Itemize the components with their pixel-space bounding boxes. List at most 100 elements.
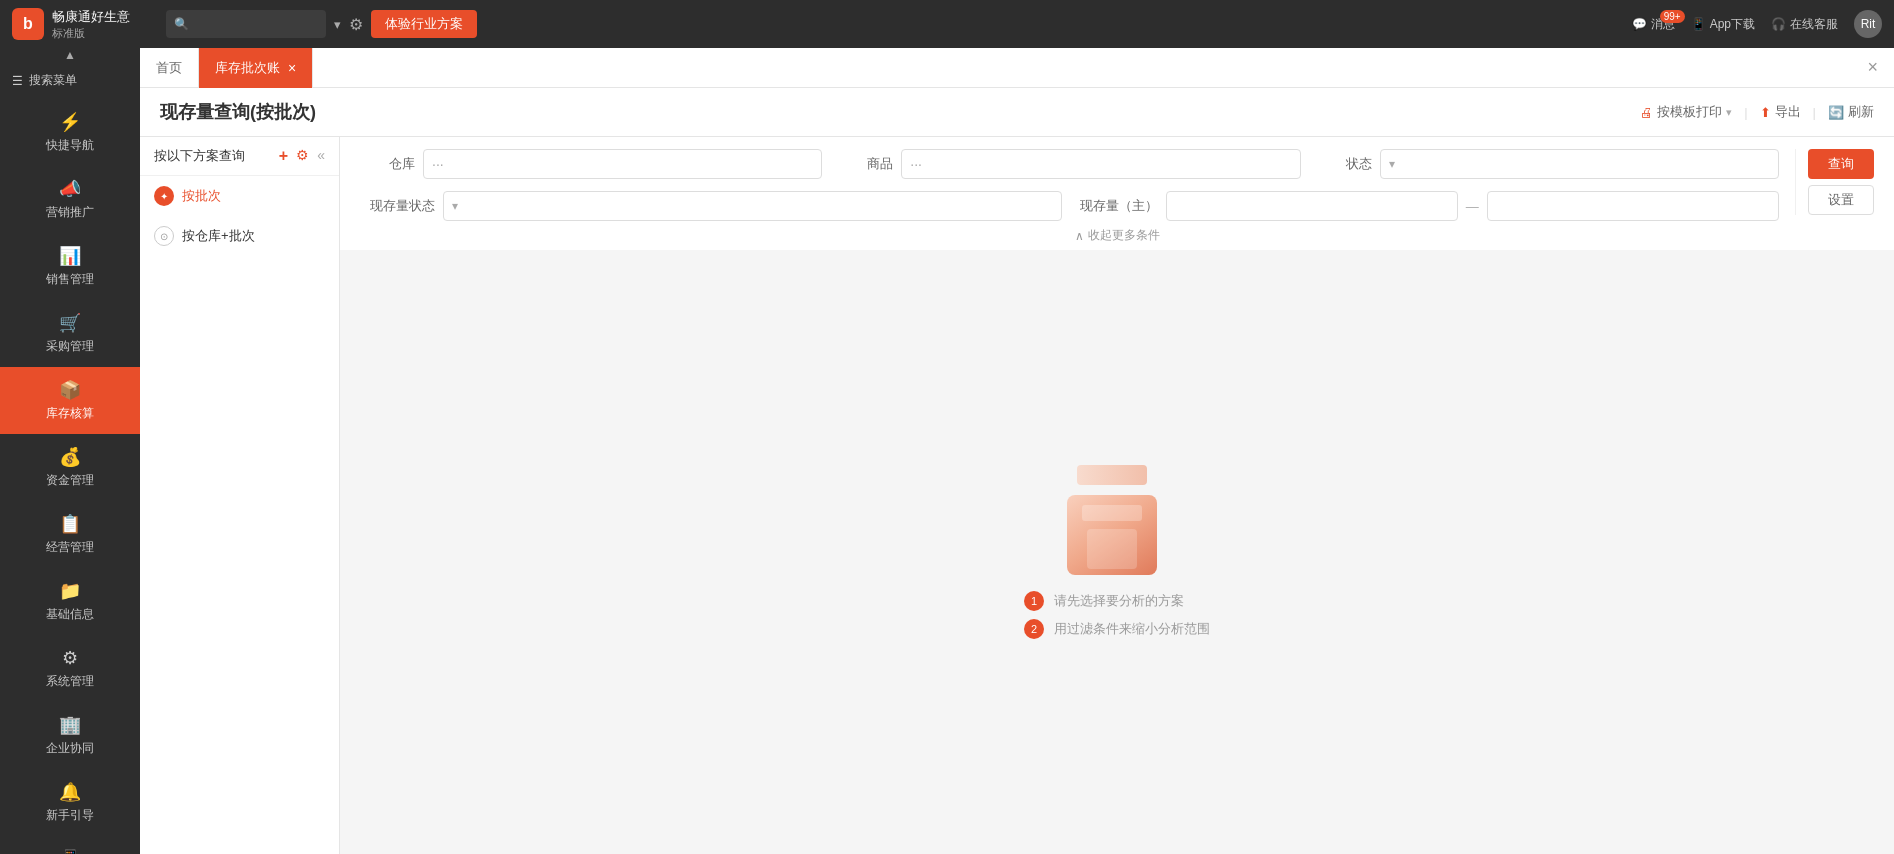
plan-settings-icon[interactable]: ⚙ [296,147,309,165]
stock-status-label: 现存量状态 [360,197,435,215]
topbar-center: 🔍 ▾ ⚙ 体验行业方案 [146,10,1632,38]
product-input[interactable]: ··· [901,149,1300,179]
page-header: 现存量查询(按批次) 🖨 按模板打印 ▾ | ⬆ 导出 | 🔄 刷新 [140,88,1894,137]
sidebar: ▲ ☰ 搜索菜单 ⚡ 快捷导航 📣 营销推广 📊 销售管理 🛒 采购管理 📦 库… [0,48,140,854]
page-title: 现存量查询(按批次) [160,100,316,124]
marketing-icon: 📣 [59,178,81,200]
sidebar-item-new-guide[interactable]: 🔔 新手引导 [0,769,140,836]
main-layout: ▲ ☰ 搜索菜单 ⚡ 快捷导航 📣 营销推广 📊 销售管理 🛒 采购管理 📦 库… [0,48,1894,854]
sidebar-item-basic-info[interactable]: 📁 基础信息 [0,568,140,635]
tab-inventory-batch[interactable]: 库存批次账 × [199,48,313,88]
new-guide-icon: 🔔 [59,781,81,803]
print-button[interactable]: 🖨 按模板打印 ▾ [1640,103,1732,121]
tab-panel-close-icon[interactable]: × [1851,57,1894,78]
query-button[interactable]: 查询 [1808,149,1874,179]
left-panel-collapse-icon[interactable]: « [317,147,325,165]
content-area: 首页 库存批次账 × × 现存量查询(按批次) 🖨 按模板打印 ▾ | ⬆ 导出 [140,48,1894,854]
topbar-gear-icon[interactable]: ⚙ [349,15,363,34]
sidebar-item-system[interactable]: ⚙ 系统管理 [0,635,140,702]
product-label: 商品 [838,155,893,173]
tab-bar: 首页 库存批次账 × × [140,48,1894,88]
sales-icon: 📊 [59,245,81,267]
sidebar-item-purchase[interactable]: 🛒 采购管理 [0,300,140,367]
divider2: | [1813,105,1816,120]
export-icon: ⬆ [1760,105,1771,120]
messages-button[interactable]: 💬 消息 99+ [1632,16,1675,33]
divider: | [1744,105,1747,120]
app-download-button[interactable]: 📱 App下载 [1691,16,1755,33]
purchase-icon: 🛒 [59,312,81,334]
stock-qty-min-input[interactable] [1166,191,1458,221]
data-area: 1 请先选择要分析的方案 2 用过滤条件来缩小分析范围 [340,250,1894,854]
refresh-button[interactable]: 🔄 刷新 [1828,103,1874,121]
sidebar-item-marketing[interactable]: 📣 营销推广 [0,166,140,233]
full-content: 按以下方案查询 + ⚙ « ✦ 按批次 ⊙ [140,137,1894,854]
warehouse-filter: 仓库 ··· [360,149,822,179]
system-icon: ⚙ [62,647,78,669]
inventory-icon: 📦 [59,379,81,401]
sidebar-item-sales[interactable]: 📊 销售管理 [0,233,140,300]
stock-status-arrow-icon[interactable]: ▾ [452,199,458,213]
step-1-number: 1 [1024,591,1044,611]
app-name: 畅康通好生意 标准版 [52,8,130,41]
status-label: 状态 [1317,155,1372,173]
stock-qty-max-input[interactable] [1487,191,1779,221]
empty-illustration [1052,465,1182,575]
add-plan-icon[interactable]: + [279,147,288,165]
sidebar-item-app-center[interactable]: 📱 应用中心 [0,836,140,854]
page-header-actions: 🖨 按模板打印 ▾ | ⬆ 导出 | 🔄 刷新 [1640,103,1874,121]
warehouse-label: 仓库 [360,155,415,173]
stock-status-select[interactable]: ▾ [443,191,1062,221]
step-2-number: 2 [1024,619,1044,639]
collapse-more-button[interactable]: ∧ 收起更多条件 [360,221,1874,250]
left-panel-header: 按以下方案查询 + ⚙ « [140,137,339,176]
filter-area: 仓库 ··· 商品 ··· [340,137,1894,250]
refresh-icon: 🔄 [1828,105,1844,120]
topbar-right: 💬 消息 99+ 📱 App下载 🎧 在线客服 Rit [1632,10,1882,38]
warehouse-input[interactable]: ··· [423,149,822,179]
topbar-search-bar[interactable]: 🔍 [166,10,326,38]
status-arrow-icon[interactable]: ▾ [1389,157,1395,171]
online-service-button[interactable]: 🎧 在线客服 [1771,16,1838,33]
status-select[interactable]: ▾ [1380,149,1779,179]
sidebar-search[interactable]: ☰ 搜索菜单 [0,62,140,99]
stock-qty-label: 现存量（主） [1078,197,1158,215]
collapse-more-icon: ∧ [1075,229,1084,243]
plan-item-batch[interactable]: ✦ 按批次 [140,176,339,216]
avatar[interactable]: Rit [1854,10,1882,38]
finance-icon: 💰 [59,446,81,468]
settings-button[interactable]: 设置 [1808,185,1874,215]
plan-item-warehouse-batch[interactable]: ⊙ 按仓库+批次 [140,216,339,256]
plan-icon-warehouse-batch: ⊙ [154,226,174,246]
stock-status-filter: 现存量状态 ▾ [360,191,1062,221]
plan-icon-batch: ✦ [154,186,174,206]
print-dropdown-icon[interactable]: ▾ [1726,106,1732,119]
status-filter: 状态 ▾ [1317,149,1779,179]
tab-close-icon[interactable]: × [288,61,296,75]
topbar-dropdown[interactable]: ▾ [334,17,341,32]
empty-steps: 1 请先选择要分析的方案 2 用过滤条件来缩小分析范围 [1024,591,1210,639]
product-filter: 商品 ··· [838,149,1300,179]
tab-home[interactable]: 首页 [140,48,199,88]
enterprise-icon: 🏢 [59,714,81,736]
app-center-icon: 📱 [59,848,81,854]
right-panel: 仓库 ··· 商品 ··· [340,137,1894,854]
sidebar-item-operations[interactable]: 📋 经营管理 [0,501,140,568]
sidebar-item-quick-nav[interactable]: ⚡ 快捷导航 [0,99,140,166]
print-icon: 🖨 [1640,105,1653,120]
left-panel-icons: + ⚙ « [279,147,325,165]
stock-qty-filter: 现存量（主） — [1078,191,1780,221]
product-dots-icon[interactable]: ··· [910,156,922,172]
trial-button[interactable]: 体验行业方案 [371,10,477,38]
quick-nav-icon: ⚡ [59,111,81,133]
sidebar-item-enterprise[interactable]: 🏢 企业协同 [0,702,140,769]
left-panel: 按以下方案查询 + ⚙ « ✦ 按批次 ⊙ [140,137,340,854]
sidebar-scroll-up[interactable]: ▲ [0,48,140,62]
sidebar-item-inventory[interactable]: 📦 库存核算 [0,367,140,434]
stock-qty-dash: — [1466,199,1479,214]
topbar: b 畅康通好生意 标准版 🔍 ▾ ⚙ 体验行业方案 💬 消息 99+ 📱 App… [0,0,1894,48]
sidebar-item-finance[interactable]: 💰 资金管理 [0,434,140,501]
basic-info-icon: 📁 [59,580,81,602]
warehouse-dots-icon[interactable]: ··· [432,156,444,172]
export-button[interactable]: ⬆ 导出 [1760,103,1801,121]
